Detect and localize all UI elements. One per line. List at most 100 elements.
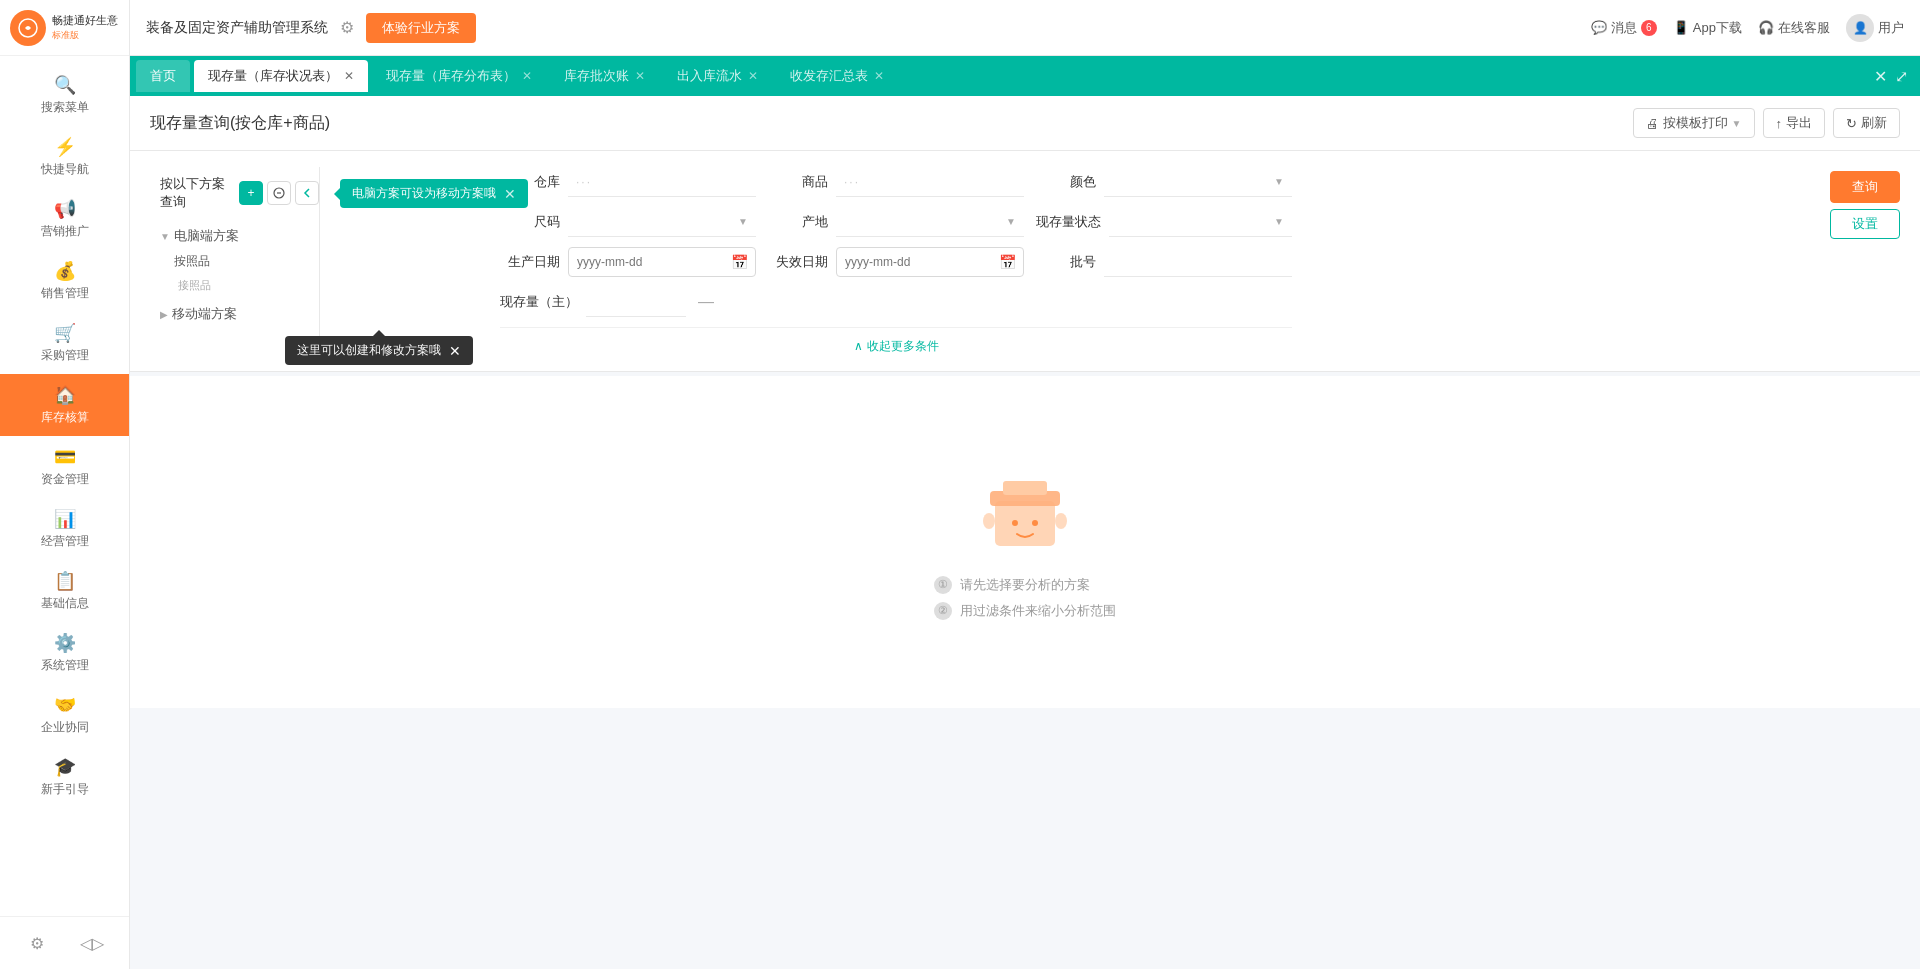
color-select[interactable]: ▼ bbox=[1104, 167, 1292, 197]
scheme-sidebar: 按以下方案查询 + 电脑方案可设为移动方案哦 ✕ bbox=[150, 167, 320, 363]
filter-row-2: 尺码 ▼ 产地 ▼ 现存量状态 ▼ bbox=[500, 207, 1292, 237]
batch-input[interactable] bbox=[1104, 247, 1292, 277]
scheme-item-1[interactable]: 按照品 bbox=[150, 249, 319, 274]
message-icon: 💬 bbox=[1591, 20, 1607, 35]
enterprise-icon: 🤝 bbox=[54, 694, 76, 716]
origin-select[interactable]: ▼ bbox=[836, 207, 1024, 237]
guide-icon: 🎓 bbox=[54, 756, 76, 778]
stock-status-field: 现存量状态 ▼ bbox=[1036, 207, 1292, 237]
header-left: 装备及固定资产辅助管理系统 ⚙ 体验行业方案 bbox=[146, 13, 476, 43]
search-icon: 🔍 bbox=[54, 74, 76, 96]
tab-in-out-flow-label: 出入库流水 bbox=[677, 67, 742, 85]
refresh-label: 刷新 bbox=[1861, 114, 1887, 132]
close-all-tabs-btn[interactable]: ✕ bbox=[1874, 67, 1887, 86]
tab-in-out-flow-close[interactable]: ✕ bbox=[748, 69, 758, 83]
print-dropdown-icon: ▼ bbox=[1732, 118, 1742, 129]
avatar: 👤 bbox=[1846, 14, 1874, 42]
sidebar-item-finance[interactable]: 💳 资金管理 bbox=[0, 436, 129, 498]
sidebar-item-ops[interactable]: 📊 经营管理 bbox=[0, 498, 129, 560]
filter-settings-btn[interactable]: 设置 bbox=[1830, 209, 1900, 239]
collapse-sidebar-btn[interactable]: ◁▷ bbox=[76, 927, 108, 959]
sidebar-item-search[interactable]: 🔍 搜索菜单 bbox=[0, 64, 129, 126]
collapse-up-icon: ∧ bbox=[854, 339, 863, 353]
collapse-btn[interactable]: ∧ 收起更多条件 bbox=[854, 338, 939, 355]
svg-point-8 bbox=[983, 513, 995, 529]
query-btn[interactable]: 查询 bbox=[1830, 171, 1900, 203]
back-scheme-btn[interactable] bbox=[295, 181, 319, 205]
edit-scheme-btn[interactable] bbox=[267, 181, 291, 205]
tab-inventory-dist-close[interactable]: ✕ bbox=[522, 69, 532, 83]
refresh-btn[interactable]: ↻ 刷新 bbox=[1833, 108, 1900, 138]
sidebar-item-marketing[interactable]: 📢 营销推广 bbox=[0, 188, 129, 250]
filter-row-3: 生产日期 📅 失效日期 📅 批号 bbox=[500, 247, 1292, 277]
message-label: 消息 bbox=[1611, 19, 1637, 37]
app-download-btn[interactable]: 📱 App下载 bbox=[1673, 19, 1742, 37]
logo-name: 畅捷通好生意 bbox=[52, 13, 118, 28]
expire-date-from-wrap: 📅 bbox=[836, 247, 1024, 277]
tab-collect-summary[interactable]: 收发存汇总表 ✕ bbox=[776, 60, 898, 92]
sidebar-item-guide[interactable]: 🎓 新手引导 bbox=[0, 746, 129, 808]
sidebar-item-purchase[interactable]: 🛒 采购管理 bbox=[0, 312, 129, 374]
warehouse-select[interactable]: ··· bbox=[568, 167, 756, 197]
sidebar-item-inventory[interactable]: 🏠 库存核算 bbox=[0, 374, 129, 436]
sidebar-item-enterprise[interactable]: 🤝 企业协同 bbox=[0, 684, 129, 746]
sidebar-item-system-label: 系统管理 bbox=[41, 657, 89, 674]
settings-bottom-btn[interactable]: ⚙ bbox=[21, 927, 53, 959]
sidebar-item-system[interactable]: ⚙️ 系统管理 bbox=[0, 622, 129, 684]
tab-collect-summary-close[interactable]: ✕ bbox=[874, 69, 884, 83]
scheme-group-mobile-title[interactable]: ▶ 移动端方案 bbox=[150, 301, 319, 327]
prod-date-from-input[interactable] bbox=[568, 247, 756, 277]
main-content: 现存量查询(按仓库+商品) 🖨 按模板打印 ▼ ↑ 导出 ↻ 刷新 按以下方案查… bbox=[130, 96, 1920, 969]
tab-inventory-status-label: 现存量（库存状况表） bbox=[208, 67, 338, 85]
mobile-group-arrow: ▶ bbox=[160, 309, 168, 320]
trial-button[interactable]: 体验行业方案 bbox=[366, 13, 476, 43]
color-label: 颜色 bbox=[1036, 173, 1096, 191]
tab-batch-account-close[interactable]: ✕ bbox=[635, 69, 645, 83]
scheme-group-pc-title[interactable]: ▼ 电脑端方案 bbox=[150, 223, 319, 249]
expand-tabs-btn[interactable]: ⤢ bbox=[1895, 67, 1908, 86]
user-label: 用户 bbox=[1878, 19, 1904, 37]
tab-home-label: 首页 bbox=[150, 67, 176, 85]
print-btn[interactable]: 🖨 按模板打印 ▼ bbox=[1633, 108, 1755, 138]
scheme-tooltip-popup: 电脑方案可设为移动方案哦 ✕ bbox=[340, 179, 528, 208]
tab-inventory-status[interactable]: 现存量（库存状况表） ✕ bbox=[194, 60, 368, 92]
sidebar: 畅捷通好生意 标准版 🔍 搜索菜单 ⚡ 快捷导航 📢 营销推广 💰 销售管理 🛒… bbox=[0, 0, 130, 969]
scheme-item-2[interactable]: 接照品 bbox=[150, 274, 319, 297]
stock-status-select[interactable]: ▼ bbox=[1109, 207, 1292, 237]
expire-date-from-calendar-icon[interactable]: 📅 bbox=[999, 254, 1016, 270]
tab-in-out-flow[interactable]: 出入库流水 ✕ bbox=[663, 60, 772, 92]
size-select[interactable]: ▼ bbox=[568, 207, 756, 237]
sidebar-item-base[interactable]: 📋 基础信息 bbox=[0, 560, 129, 622]
prod-date-label: 生产日期 bbox=[500, 253, 560, 271]
batch-field: 批号 bbox=[1036, 247, 1292, 277]
gear-icon[interactable]: ⚙ bbox=[340, 18, 354, 37]
product-select[interactable]: ··· bbox=[836, 167, 1024, 197]
tab-inventory-dist[interactable]: 现存量（库存分布表） ✕ bbox=[372, 60, 546, 92]
prod-date-from-wrap: 📅 bbox=[568, 247, 756, 277]
add-scheme-btn[interactable]: + bbox=[239, 181, 263, 205]
prod-date-from-calendar-icon[interactable]: 📅 bbox=[731, 254, 748, 270]
message-btn[interactable]: 💬 消息 6 bbox=[1591, 19, 1657, 37]
tab-inventory-status-close[interactable]: ✕ bbox=[344, 69, 354, 83]
user-area[interactable]: 👤 用户 bbox=[1846, 14, 1904, 42]
tab-home[interactable]: 首页 bbox=[136, 60, 190, 92]
sidebar-item-search-label: 搜索菜单 bbox=[41, 99, 89, 116]
svg-point-7 bbox=[1032, 520, 1038, 526]
scheme-tooltip-close[interactable]: ✕ bbox=[504, 186, 516, 202]
stock-status-arrow: ▼ bbox=[1274, 216, 1284, 227]
pc-group-label: 电脑端方案 bbox=[174, 227, 239, 245]
create-tooltip-close[interactable]: ✕ bbox=[449, 343, 461, 359]
inventory-icon: 🏠 bbox=[54, 384, 76, 406]
sidebar-item-finance-label: 资金管理 bbox=[41, 471, 89, 488]
stock-qty-from-input[interactable] bbox=[586, 287, 686, 317]
export-btn[interactable]: ↑ 导出 bbox=[1763, 108, 1826, 138]
sidebar-item-quicknav[interactable]: ⚡ 快捷导航 bbox=[0, 126, 129, 188]
sidebar-item-sales[interactable]: 💰 销售管理 bbox=[0, 250, 129, 312]
expire-date-from-input[interactable] bbox=[836, 247, 1024, 277]
app-download-label: App下载 bbox=[1693, 19, 1742, 37]
filter-header-btns: + bbox=[239, 181, 319, 205]
stock-qty-label: 现存量（主） bbox=[500, 293, 578, 311]
svg-rect-5 bbox=[1003, 481, 1047, 495]
tab-batch-account[interactable]: 库存批次账 ✕ bbox=[550, 60, 659, 92]
online-support-btn[interactable]: 🎧 在线客服 bbox=[1758, 19, 1830, 37]
